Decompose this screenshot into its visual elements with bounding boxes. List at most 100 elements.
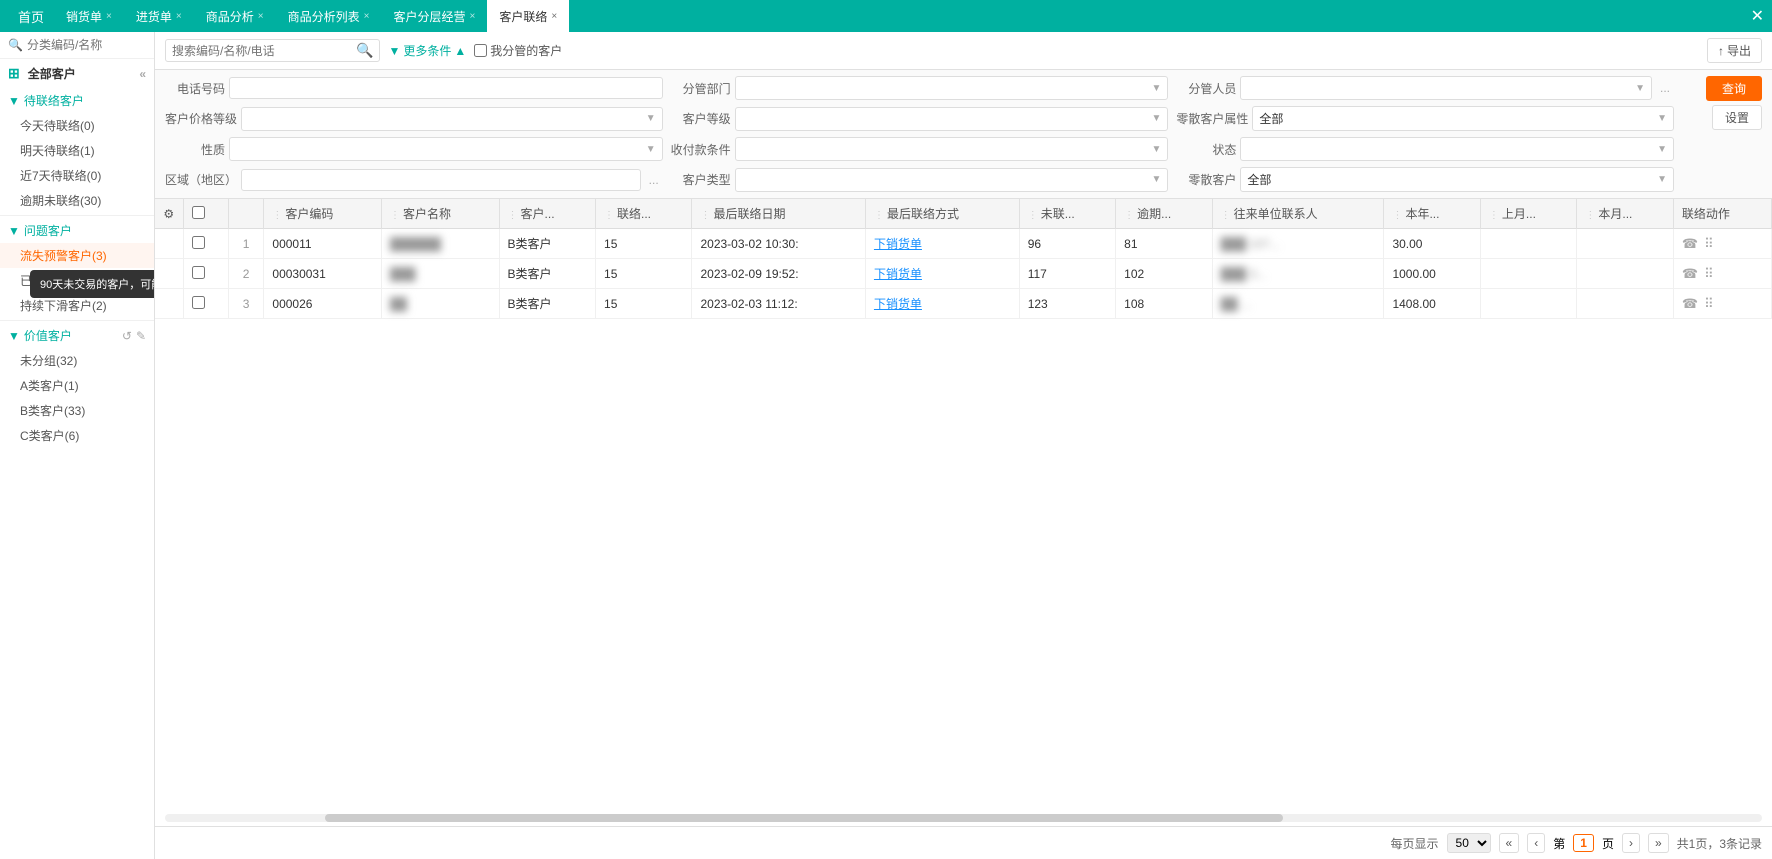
status-select[interactable]: ▼ xyxy=(1240,137,1674,161)
sidebar-item-churn-warn[interactable]: 流失预警客户(3) xyxy=(0,243,154,268)
next-page-btn[interactable]: › xyxy=(1622,833,1640,853)
price-grade-select[interactable]: ▼ xyxy=(241,107,663,131)
row3-phone-icon[interactable]: ☎ xyxy=(1682,296,1698,312)
phone-input[interactable] xyxy=(229,77,663,99)
th-last-month[interactable]: ⋮上月... xyxy=(1480,199,1576,229)
prev-page-btn[interactable]: ‹ xyxy=(1527,833,1545,853)
retail-attr-label: 零散客户属性 xyxy=(1176,110,1248,127)
sidebar-item-overdue-contact[interactable]: 逾期未联络(30) xyxy=(0,188,154,213)
sidebar-item-ungroup[interactable]: 未分组(32) xyxy=(0,348,154,373)
tab-customer-seg[interactable]: 客户分层经营 × xyxy=(381,0,487,32)
sidebar-group-problem[interactable]: ▼ 问题客户 xyxy=(0,218,154,243)
th-last-date[interactable]: ⋮最后联络日期 xyxy=(692,199,865,229)
person-dots[interactable]: ... xyxy=(1656,81,1674,95)
payment-select[interactable]: ▼ xyxy=(735,137,1169,161)
tab-purchase[interactable]: 进货单 × xyxy=(124,0,194,32)
region-dots[interactable]: ... xyxy=(645,173,663,187)
row1-contact: 15 xyxy=(596,229,692,259)
sidebar-group-pending[interactable]: ▼ 待联络客户 xyxy=(0,88,154,113)
row3-name: ██ xyxy=(381,289,499,319)
th-name[interactable]: ⋮客户名称 xyxy=(381,199,499,229)
th-code[interactable]: ⋮客户编码 xyxy=(264,199,382,229)
retail-select[interactable]: 全部 ▼ xyxy=(1240,167,1674,192)
export-button[interactable]: ↑ 导出 xyxy=(1707,38,1762,63)
sidebar-item-7day-contact[interactable]: 近7天待联络(0) xyxy=(0,163,154,188)
close-tab-sales[interactable]: × xyxy=(106,11,112,22)
first-page-btn[interactable]: « xyxy=(1499,833,1520,853)
my-customers-checkbox[interactable] xyxy=(474,44,487,57)
row1-more-icon[interactable]: ⠿ xyxy=(1704,236,1714,252)
search-icon[interactable]: 🔍 xyxy=(356,42,373,59)
window-close-icon[interactable]: ✕ xyxy=(1751,6,1764,26)
row2-phone-icon[interactable]: ☎ xyxy=(1682,266,1698,282)
customer-grade-select[interactable]: ▼ xyxy=(735,107,1169,131)
close-tab-analysis[interactable]: × xyxy=(258,11,264,22)
row1-last-method[interactable]: 下销货单 xyxy=(865,229,1019,259)
sidebar-item-a-customers[interactable]: A类客户(1) xyxy=(0,373,154,398)
th-uncontacted[interactable]: ⋮未联... xyxy=(1019,199,1115,229)
payment-caret: ▼ xyxy=(1151,144,1161,155)
th-unit-contacts[interactable]: ⋮往来单位联系人 xyxy=(1212,199,1384,229)
close-tab-customer-seg[interactable]: × xyxy=(469,11,475,22)
row1-phone-icon[interactable]: ☎ xyxy=(1682,236,1698,252)
tab-analysis[interactable]: 商品分析 × xyxy=(194,0,276,32)
edit-icon[interactable]: ✎ xyxy=(136,329,146,343)
row3-checkbox xyxy=(183,289,228,319)
person-select[interactable]: ▼ xyxy=(1240,76,1652,100)
row3-last-method[interactable]: 下销货单 xyxy=(865,289,1019,319)
th-overdue[interactable]: ⋮逾期... xyxy=(1116,199,1212,229)
export-icon: ↑ xyxy=(1718,44,1724,58)
more-conditions-btn[interactable]: ▼ 更多条件 ▲ xyxy=(388,42,466,59)
row2-select[interactable] xyxy=(192,266,205,279)
th-this-month[interactable]: ⋮本月... xyxy=(1577,199,1673,229)
row3-this-month xyxy=(1577,289,1673,319)
horizontal-scrollbar[interactable] xyxy=(165,814,1762,822)
tab-customer-contact[interactable]: 客户联络 × xyxy=(487,0,569,32)
close-tab-purchase[interactable]: × xyxy=(176,11,182,22)
th-contact[interactable]: ⋮联络... xyxy=(596,199,692,229)
dept-select[interactable]: ▼ xyxy=(735,76,1169,100)
th-type[interactable]: ⋮客户... xyxy=(499,199,595,229)
row2-last-method[interactable]: 下销货单 xyxy=(865,259,1019,289)
sidebar-group-value[interactable]: ▼ 价值客户 ↺ ✎ xyxy=(0,323,154,348)
tab-analysis-list[interactable]: 商品分析列表 × xyxy=(276,0,382,32)
th-last-method[interactable]: ⋮最后联络方式 xyxy=(865,199,1019,229)
retail-attr-select[interactable]: 全部 ▼ xyxy=(1252,106,1674,131)
sidebar-item-tomorrow-contact[interactable]: 明天待联络(1) xyxy=(0,138,154,163)
close-tab-customer-contact[interactable]: × xyxy=(551,11,557,22)
sidebar-search-input[interactable] xyxy=(27,38,146,52)
customer-table: ⚙ ⋮客户编码 ⋮客户名称 ⋮客户... ⋮联络... ⋮最后联络日期 ⋮最后联… xyxy=(155,199,1772,319)
tab-sales[interactable]: 销货单 × xyxy=(54,0,124,32)
query-button[interactable]: 查询 xyxy=(1706,76,1762,101)
sidebar-collapse-icon[interactable]: « xyxy=(139,67,146,81)
refresh-icon[interactable]: ↺ xyxy=(122,329,132,343)
filter-status: 状态 ▼ xyxy=(1176,137,1674,161)
chevron-up-icon: ▲ xyxy=(454,44,466,58)
row1-select[interactable] xyxy=(192,236,205,249)
row2-more-icon[interactable]: ⠿ xyxy=(1704,266,1714,282)
cust-type-select[interactable]: ▼ xyxy=(735,168,1169,192)
sidebar-item-today-contact[interactable]: 今天待联络(0) xyxy=(0,113,154,138)
last-page-btn[interactable]: » xyxy=(1648,833,1669,853)
th-this-year[interactable]: ⋮本年... xyxy=(1384,199,1480,229)
search-input[interactable] xyxy=(172,44,352,58)
my-customers-checkbox-label[interactable]: 我分管的客户 xyxy=(474,42,562,59)
page-size-select[interactable]: 50 xyxy=(1447,833,1491,853)
row3-contact: 15 xyxy=(596,289,692,319)
settings-button[interactable]: 设置 xyxy=(1712,105,1762,130)
row3-overdue: 108 xyxy=(1116,289,1212,319)
row2-overdue: 102 xyxy=(1116,259,1212,289)
row3-more-icon[interactable]: ⠿ xyxy=(1704,296,1714,312)
region-input[interactable] xyxy=(241,169,641,191)
row3-select[interactable] xyxy=(192,296,205,309)
sidebar-item-c-customers[interactable]: C类客户(6) xyxy=(0,423,154,448)
row1-name: ██████ xyxy=(381,229,499,259)
tab-home[interactable]: 首页 xyxy=(8,0,54,32)
scrollbar-thumb[interactable] xyxy=(325,814,1283,822)
sidebar-all-customers[interactable]: ⊞ 全部客户 « xyxy=(0,59,154,88)
select-all-checkbox[interactable] xyxy=(192,206,205,219)
nature-select[interactable]: ▼ xyxy=(229,137,663,161)
close-tab-analysis-list[interactable]: × xyxy=(364,11,370,22)
sidebar-item-b-customers[interactable]: B类客户(33) xyxy=(0,398,154,423)
th-gear[interactable]: ⚙ xyxy=(155,199,183,229)
